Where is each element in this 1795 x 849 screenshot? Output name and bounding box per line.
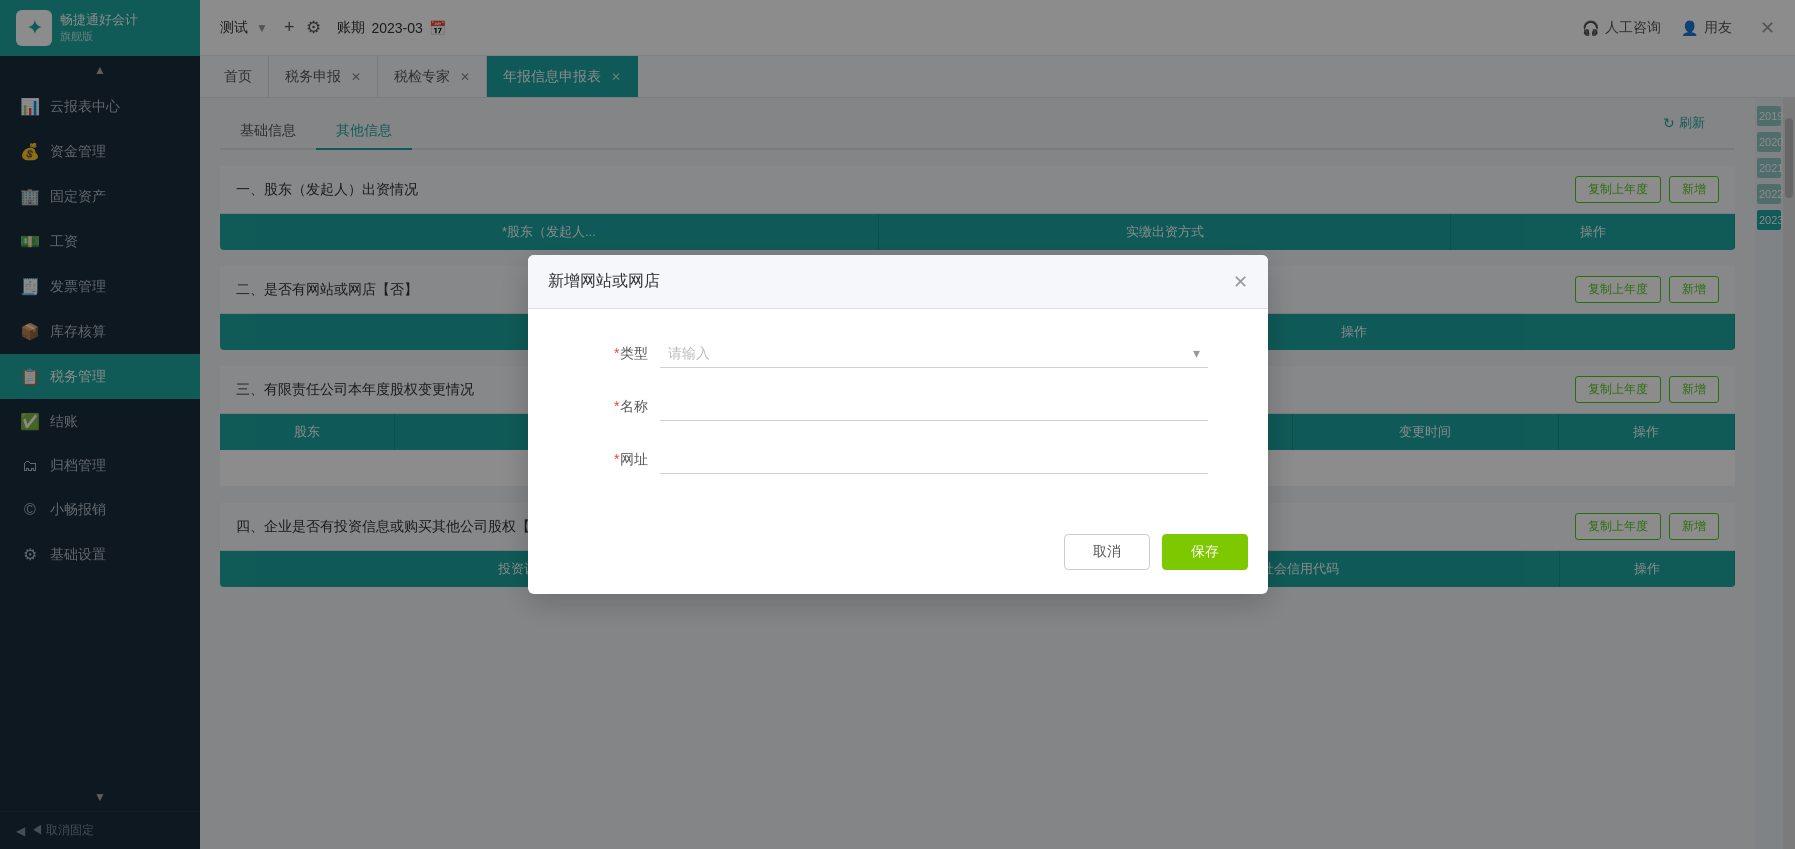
type-required-mark: * [614,345,619,361]
cancel-button[interactable]: 取消 [1064,534,1150,570]
url-input-wrap [660,445,1208,474]
dialog-footer: 取消 保存 [528,518,1268,594]
dialog-overlay[interactable]: 新增网站或网店 ✕ *类型 ▾ *名称 [0,0,1795,849]
name-input-wrap [660,392,1208,421]
name-input[interactable] [660,392,1208,420]
dialog-header: 新增网站或网店 ✕ [528,255,1268,309]
form-row-type: *类型 ▾ [588,339,1208,368]
url-required-mark: * [614,451,619,467]
type-input[interactable] [660,339,1208,367]
form-row-name: *名称 [588,392,1208,421]
add-website-dialog: 新增网站或网店 ✕ *类型 ▾ *名称 [528,255,1268,594]
dialog-title: 新增网站或网店 [548,271,660,292]
type-label: *类型 [588,345,648,363]
type-input-wrap: ▾ [660,339,1208,368]
url-label: *网址 [588,451,648,469]
save-button[interactable]: 保存 [1162,534,1248,570]
url-input[interactable] [660,445,1208,473]
form-row-url: *网址 [588,445,1208,474]
name-label: *名称 [588,398,648,416]
dialog-body: *类型 ▾ *名称 *网址 [528,309,1268,518]
name-required-mark: * [614,398,619,414]
dialog-close-button[interactable]: ✕ [1233,273,1248,291]
